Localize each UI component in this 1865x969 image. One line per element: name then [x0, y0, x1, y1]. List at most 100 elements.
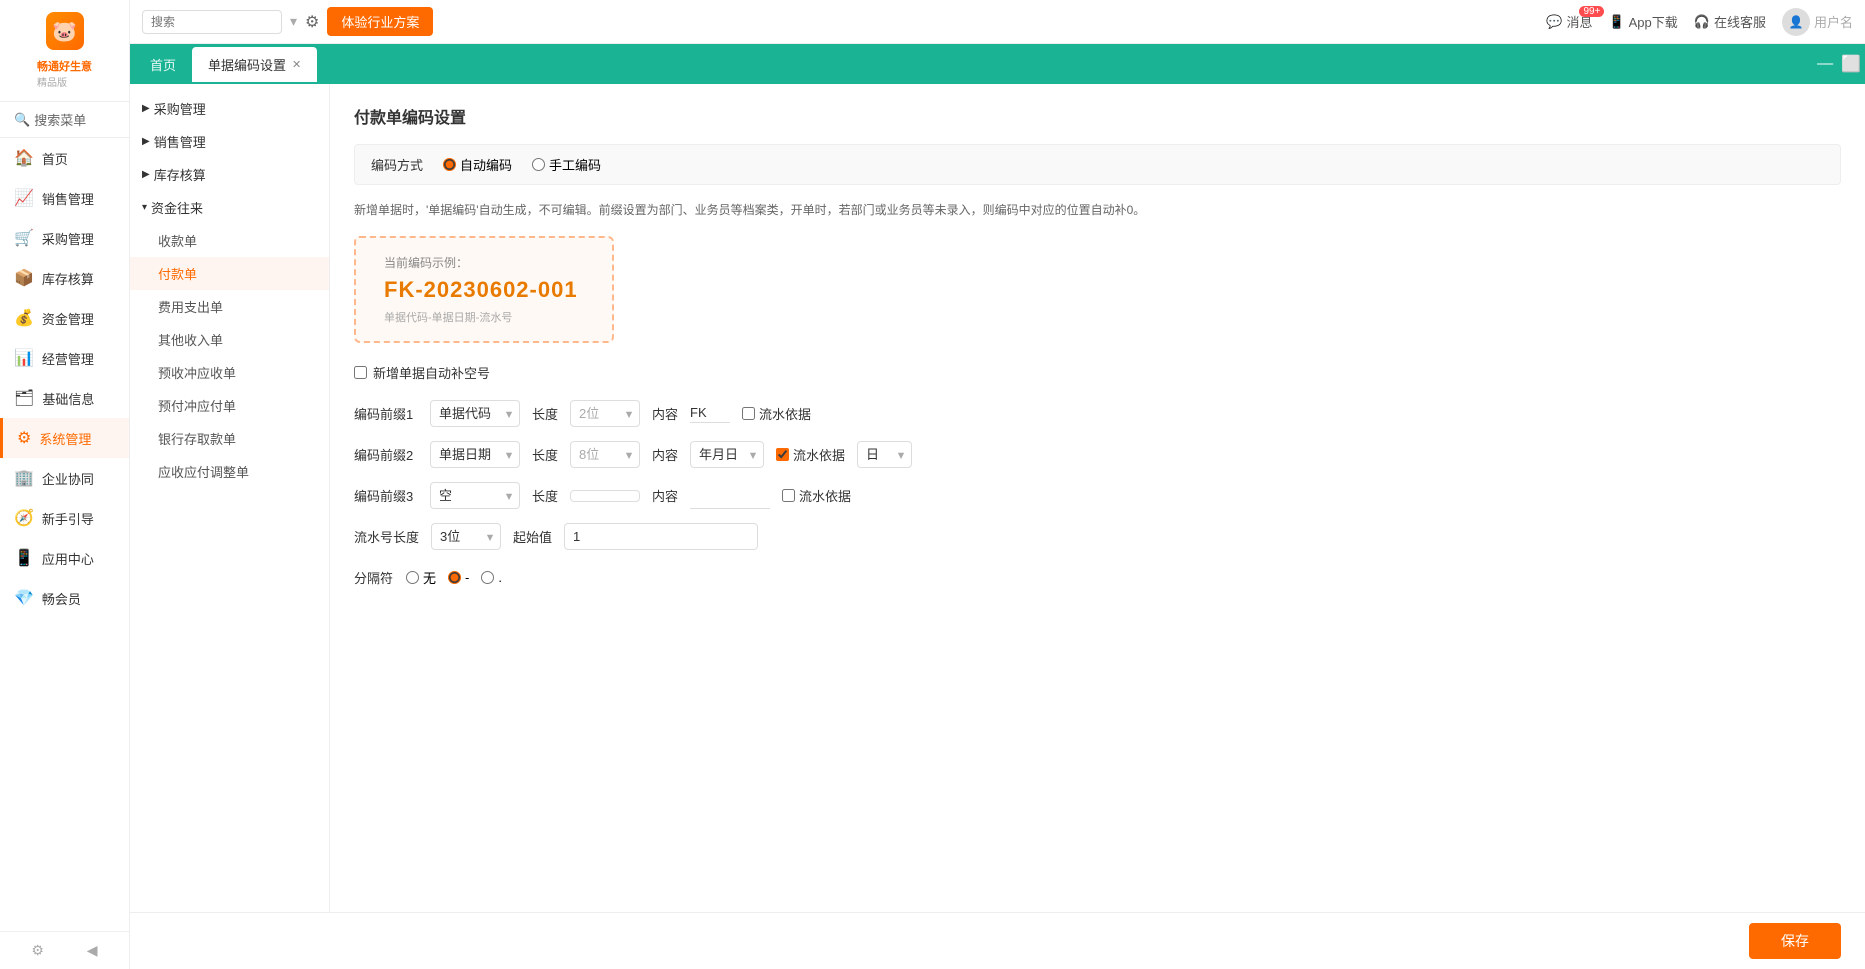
search-icon: 🔍 — [14, 112, 30, 128]
code-preview-sub: 单据代码-单据日期-流水号 — [384, 309, 584, 325]
prefix1-serial-checkbox[interactable] — [742, 407, 755, 420]
prefix3-length-label: 长度 — [532, 486, 558, 505]
tab-close-icon[interactable]: ✕ — [292, 58, 301, 71]
prefix3-label: 编码前缀3 — [354, 486, 418, 505]
tab-maximize-btn[interactable]: ⬜ — [1841, 54, 1861, 74]
prefix3-content-label: 内容 — [652, 486, 678, 505]
nav-label-finance: 资金管理 — [42, 309, 94, 328]
tab-minimize-btn[interactable]: — — [1817, 54, 1833, 74]
nav-label-basic: 基础信息 — [42, 389, 94, 408]
side-item-bank-deposit[interactable]: 银行存取款单 — [130, 422, 329, 455]
separator-dot-radio[interactable] — [481, 571, 494, 584]
manual-encode-radio[interactable] — [532, 158, 545, 171]
side-item-prepay-receive[interactable]: 预收冲应收单 — [130, 356, 329, 389]
side-item-bank-deposit-label: 银行存取款单 — [158, 432, 236, 447]
separator-none-item[interactable]: 无 — [406, 568, 436, 587]
tab-home[interactable]: 首页 — [134, 47, 192, 82]
prefix2-serial-unit-wrapper[interactable]: 日 月 年 ▾ — [857, 441, 912, 468]
apps-icon: 📱 — [14, 548, 34, 568]
prefix2-select-wrapper[interactable]: 单据日期 ▾ — [430, 441, 520, 468]
prefix1-length-select-wrapper[interactable]: 2位 ▾ — [570, 400, 640, 427]
separator-dot-item[interactable]: . — [481, 570, 502, 585]
side-group-purchase[interactable]: ▶ 采购管理 — [130, 92, 329, 125]
tab-code-setting[interactable]: 单据编码设置 ✕ — [192, 47, 317, 82]
prefix1-select-wrapper[interactable]: 单据代码 ▾ — [430, 400, 520, 427]
prefix-row-1: 编码前缀1 单据代码 ▾ 长度 2位 ▾ 内容 FK — [354, 400, 1841, 427]
side-item-payment[interactable]: 付款单 — [130, 257, 329, 290]
separator-dash-item[interactable]: - — [448, 570, 469, 585]
purchase-icon: 🛒 — [14, 228, 34, 248]
settings-bottom-icon[interactable]: ⚙ — [31, 942, 44, 959]
nav-label-purchase: 采购管理 — [42, 229, 94, 248]
nav-search[interactable]: 🔍 搜索菜单 — [0, 102, 129, 138]
avatar: 👤 — [1782, 8, 1810, 36]
app-download-btn[interactable]: 📱 App下载 — [1608, 12, 1677, 31]
prefix2-serial-checkbox[interactable] — [776, 448, 789, 461]
side-group-sales[interactable]: ▶ 销售管理 — [130, 125, 329, 158]
nav-item-basic[interactable]: 🗂 基础信息 — [0, 378, 129, 418]
nav-item-operation[interactable]: 📊 经营管理 — [0, 338, 129, 378]
nav-item-enterprise[interactable]: 🏢 企业协同 — [0, 458, 129, 498]
user-area[interactable]: 👤 用户名 — [1782, 8, 1853, 36]
serial-length-select[interactable]: 3位 — [431, 523, 501, 550]
serial-length-select-wrapper[interactable]: 3位 ▾ — [431, 523, 501, 550]
prefix1-select[interactable]: 单据代码 — [430, 400, 520, 427]
chevron-down-icon[interactable]: ▾ — [290, 13, 297, 30]
message-btn[interactable]: 💬 消息 99+ — [1546, 12, 1592, 31]
prefix2-content-select[interactable]: 年月日 — [690, 441, 764, 468]
page-body: 付款单编码设置 编码方式 自动编码 手工编码 新增单据时，'单据编码'自动生成，… — [330, 84, 1865, 912]
nav-label-inventory: 库存核算 — [42, 269, 94, 288]
side-group-capital[interactable]: ▾ 资金往来 — [130, 191, 329, 224]
separator-dash-radio[interactable] — [448, 571, 461, 584]
save-button[interactable]: 保存 — [1749, 923, 1841, 959]
prefix2-select[interactable]: 单据日期 — [430, 441, 520, 468]
industry-plan-button[interactable]: 体验行业方案 — [327, 7, 433, 36]
online-service-btn[interactable]: 🎧 在线客服 — [1694, 12, 1766, 31]
separator-none-radio[interactable] — [406, 571, 419, 584]
service-icon: 🎧 — [1694, 14, 1710, 30]
nav-label-home: 首页 — [42, 149, 68, 168]
nav-item-system[interactable]: ⚙ 系统管理 — [0, 418, 129, 458]
prefix2-serial-checkbox-item[interactable]: 流水依据 — [776, 445, 845, 464]
side-item-income[interactable]: 其他收入单 — [130, 323, 329, 356]
prefix1-length-select[interactable]: 2位 — [570, 400, 640, 427]
nav-item-inventory[interactable]: 📦 库存核算 — [0, 258, 129, 298]
manual-encode-radio-item[interactable]: 手工编码 — [532, 155, 601, 174]
nav-item-finance[interactable]: 💰 资金管理 — [0, 298, 129, 338]
nav-label-member: 畅会员 — [42, 589, 81, 608]
side-item-prepay-pay[interactable]: 预付冲应付单 — [130, 389, 329, 422]
prefix3-serial-label: 流水依据 — [799, 486, 851, 505]
side-item-receipt[interactable]: 收款单 — [130, 224, 329, 257]
nav-item-sales[interactable]: 📈 销售管理 — [0, 178, 129, 218]
finance-icon: 💰 — [14, 308, 34, 328]
prefix1-serial-checkbox-item[interactable]: 流水依据 — [742, 404, 811, 423]
prefix2-length-select-wrapper[interactable]: 8位 ▾ — [570, 441, 640, 468]
prefix3-select-wrapper[interactable]: 空 ▾ — [430, 482, 520, 509]
app-subtitle: 精品版 — [37, 74, 92, 89]
nav-item-home[interactable]: 🏠 首页 — [0, 138, 129, 178]
auto-encode-radio[interactable] — [443, 158, 456, 171]
nav-item-member[interactable]: 💎 畅会员 — [0, 578, 129, 618]
prefix2-serial-unit-select[interactable]: 日 月 年 — [857, 441, 912, 468]
side-item-ar-ap[interactable]: 应收应付调整单 — [130, 455, 329, 488]
collapse-icon[interactable]: ◀ — [87, 942, 98, 959]
nav-item-purchase[interactable]: 🛒 采购管理 — [0, 218, 129, 258]
prefix3-serial-checkbox-item[interactable]: 流水依据 — [782, 486, 851, 505]
side-item-expense[interactable]: 费用支出单 — [130, 290, 329, 323]
prefix2-length-select[interactable]: 8位 — [570, 441, 640, 468]
auto-fill-checkbox[interactable] — [354, 366, 367, 379]
header-right: 💬 消息 99+ 📱 App下载 🎧 在线客服 👤 用户名 — [1546, 8, 1853, 36]
message-badge: 99+ — [1579, 6, 1604, 17]
side-group-inventory[interactable]: ▶ 库存核算 — [130, 158, 329, 191]
serial-start-input[interactable] — [564, 523, 758, 550]
prefix2-content-select-wrapper[interactable]: 年月日 ▾ — [690, 441, 764, 468]
prefix3-serial-checkbox[interactable] — [782, 489, 795, 502]
search-input[interactable] — [142, 10, 282, 34]
code-preview-value: FK-20230602-001 — [384, 277, 584, 303]
gear-icon[interactable]: ⚙ — [305, 12, 319, 32]
auto-encode-radio-item[interactable]: 自动编码 — [443, 155, 512, 174]
nav-item-apps[interactable]: 📱 应用中心 — [0, 538, 129, 578]
nav-item-guide[interactable]: 🧭 新手引导 — [0, 498, 129, 538]
nav-label-enterprise: 企业协同 — [42, 469, 94, 488]
prefix3-select[interactable]: 空 — [430, 482, 520, 509]
